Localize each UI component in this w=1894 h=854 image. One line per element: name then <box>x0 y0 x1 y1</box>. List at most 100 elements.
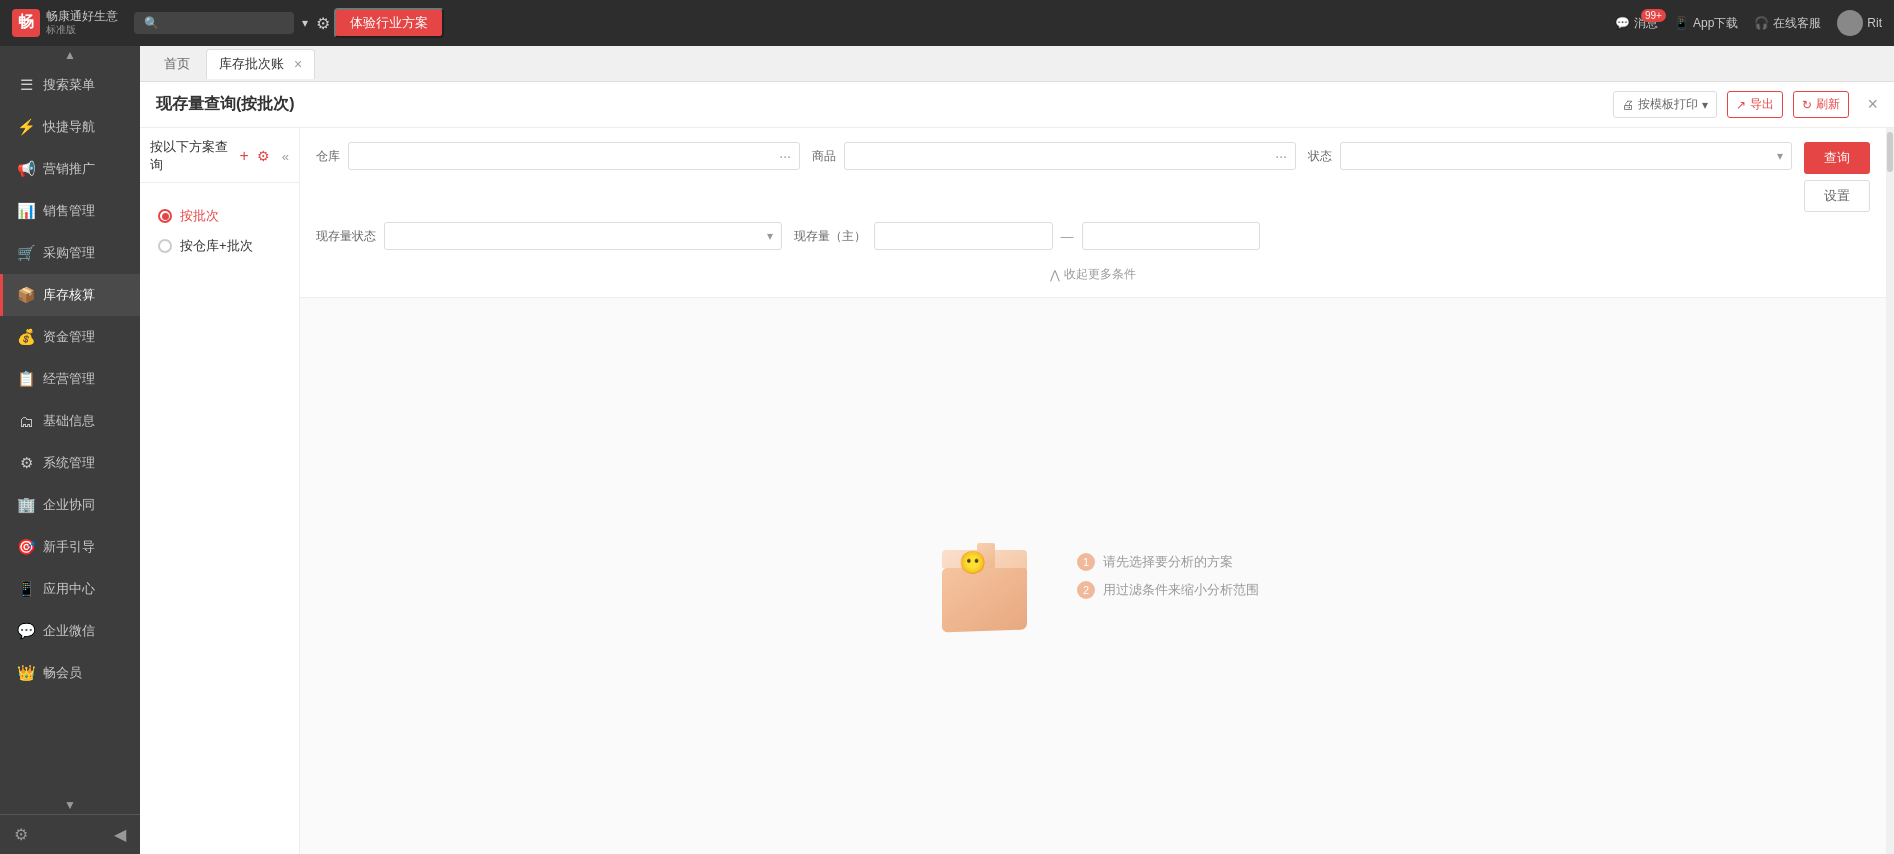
sidebar-item-label: 系统管理 <box>43 454 95 472</box>
user-name: Rit <box>1867 16 1882 30</box>
tip-2-num: 2 <box>1077 581 1095 599</box>
sidebar-item-sales[interactable]: 📊 销售管理 <box>0 190 140 232</box>
topbar-settings-icon[interactable]: ⚙ <box>316 14 330 33</box>
sidebar-item-label: 搜索菜单 <box>43 76 95 94</box>
topbar: 畅 畅康通好生意 标准版 🔍 ▾ ⚙ 体验行业方案 💬 消息 99+ 📱 App… <box>0 0 1894 46</box>
sidebar-item-wechat[interactable]: 💬 企业微信 <box>0 610 140 652</box>
sidebar-item-label: 畅会员 <box>43 664 82 682</box>
topbar-dropdown[interactable]: ▾ <box>298 16 312 30</box>
collapse-button[interactable]: ⋀ 收起更多条件 <box>1050 266 1136 283</box>
status-label: 状态 <box>1308 148 1332 165</box>
right-scrollbar[interactable] <box>1886 128 1894 854</box>
stock-status-input[interactable]: ▾ <box>384 222 782 250</box>
sidebar-item-system[interactable]: ⚙ 系统管理 <box>0 442 140 484</box>
sidebar-item-operations[interactable]: 📋 经营管理 <box>0 358 140 400</box>
scheme-settings-icon[interactable]: ⚙ <box>257 148 270 164</box>
tab-inventory-batch[interactable]: 库存批次账 × <box>206 49 315 79</box>
message-button[interactable]: 💬 消息 99+ <box>1615 15 1658 32</box>
trial-button[interactable]: 体验行业方案 <box>334 8 444 38</box>
warehouse-dots[interactable]: ··· <box>779 148 791 164</box>
sidebar-settings-icon[interactable]: ⚙ <box>14 825 28 844</box>
collapse-row: ⋀ 收起更多条件 <box>316 258 1870 283</box>
sidebar-item-label: 营销推广 <box>43 160 95 178</box>
sidebar-item-marketing[interactable]: 📢 营销推广 <box>0 148 140 190</box>
sidebar-item-purchase[interactable]: 🛒 采购管理 <box>0 232 140 274</box>
tab-home[interactable]: 首页 <box>152 49 202 79</box>
stock-amount-to[interactable] <box>1082 222 1261 250</box>
sidebar-item-finance[interactable]: 💰 资金管理 <box>0 316 140 358</box>
status-input[interactable]: ▾ <box>1340 142 1792 170</box>
warehouse-field: 仓库 ··· <box>316 142 800 170</box>
scheme-radio-dot <box>162 213 169 220</box>
logo: 畅 畅康通好生意 标准版 <box>12 9 118 37</box>
sidebar-item-basic[interactable]: 🗂 基础信息 <box>0 400 140 442</box>
query-settings: 查询 设置 <box>1804 142 1870 212</box>
filter-row-1: 仓库 ··· 商品 ··· <box>316 142 1870 212</box>
scheme-item-warehouse-batch[interactable]: 按仓库+批次 <box>150 233 289 259</box>
sidebar-collapse-icon[interactable]: ◀ <box>114 825 126 844</box>
sidebar-item-label: 企业协同 <box>43 496 95 514</box>
tab-close-icon[interactable]: × <box>294 56 302 72</box>
sidebar-item-enterprise[interactable]: 🏢 企业协同 <box>0 484 140 526</box>
customer-service-button[interactable]: 🎧 在线客服 <box>1754 15 1821 32</box>
app-label: App下载 <box>1693 15 1738 32</box>
stock-amount-from[interactable] <box>874 222 1053 250</box>
sidebar-item-label: 新手引导 <box>43 538 95 556</box>
member-icon: 👑 <box>17 664 35 682</box>
scheme-collapse-icon[interactable]: « <box>282 149 289 164</box>
app-icon: 📱 <box>1674 16 1689 30</box>
sidebar-item-apps[interactable]: 📱 应用中心 <box>0 568 140 610</box>
page-close-button[interactable]: × <box>1867 94 1878 115</box>
logo-text-block: 畅康通好生意 标准版 <box>46 9 118 37</box>
filter-fields: 仓库 ··· 商品 ··· <box>300 128 1886 298</box>
app-download-button[interactable]: 📱 App下载 <box>1674 15 1738 32</box>
export-button[interactable]: ↗ 导出 <box>1727 91 1783 118</box>
warehouse-input[interactable]: ··· <box>348 142 800 170</box>
message-icon: 💬 <box>1615 16 1630 30</box>
stock-amount-label: 现存量（主） <box>794 228 866 245</box>
active-tab-label: 库存批次账 <box>219 55 284 73</box>
sidebar-item-quick-nav[interactable]: ⚡ 快捷导航 <box>0 106 140 148</box>
sidebar-item-label: 库存核算 <box>43 286 95 304</box>
status-dropdown-icon: ▾ <box>1777 149 1783 163</box>
marketing-icon: 📢 <box>17 160 35 178</box>
empty-illustration: 😶 <box>927 516 1047 636</box>
product-input[interactable]: ··· <box>844 142 1296 170</box>
topbar-search[interactable]: 🔍 <box>134 12 294 34</box>
add-scheme-icon[interactable]: + <box>239 147 248 165</box>
sidebar-bottom: ⚙ ◀ <box>0 814 140 854</box>
refresh-label: 刷新 <box>1816 96 1840 113</box>
system-icon: ⚙ <box>17 454 35 472</box>
print-button[interactable]: 🖨 按模板打印 ▾ <box>1613 91 1717 118</box>
right-content: 仓库 ··· 商品 ··· <box>300 128 1886 854</box>
product-dots[interactable]: ··· <box>1275 148 1287 164</box>
sidebar-items: ☰ 搜索菜单 ⚡ 快捷导航 📢 营销推广 📊 销售管理 🛒 采购管理 📦 库 <box>0 64 140 796</box>
settings-button[interactable]: 设置 <box>1804 180 1870 212</box>
refresh-button[interactable]: ↻ 刷新 <box>1793 91 1849 118</box>
main-layout: ▲ ☰ 搜索菜单 ⚡ 快捷导航 📢 营销推广 📊 销售管理 🛒 采购管理 <box>0 46 1894 854</box>
tip-1-num: 1 <box>1077 553 1095 571</box>
user-avatar[interactable]: Rit <box>1837 10 1882 36</box>
sidebar-item-search[interactable]: ☰ 搜索菜单 <box>0 64 140 106</box>
print-icon: 🖨 <box>1622 98 1634 112</box>
page-title: 现存量查询(按批次) <box>156 94 1613 115</box>
sidebar-scroll-down[interactable]: ▼ <box>0 796 140 814</box>
print-label: 按模板打印 <box>1638 96 1698 113</box>
operations-icon: 📋 <box>17 370 35 388</box>
tab-bar: 首页 库存批次账 × <box>140 46 1894 82</box>
sidebar-item-guide[interactable]: 🎯 新手引导 <box>0 526 140 568</box>
empty-tips: 1 请先选择要分析的方案 2 用过滤条件来缩小分析范围 <box>1077 553 1259 599</box>
scheme-item-batch[interactable]: 按批次 <box>150 203 289 229</box>
sidebar-item-inventory[interactable]: 📦 库存核算 <box>0 274 140 316</box>
collapse-label: 收起更多条件 <box>1064 266 1136 283</box>
sidebar-item-member[interactable]: 👑 畅会员 <box>0 652 140 694</box>
query-button[interactable]: 查询 <box>1804 142 1870 174</box>
purchase-icon: 🛒 <box>17 244 35 262</box>
inventory-icon: 📦 <box>17 286 35 304</box>
stock-amount-field: 现存量（主） — <box>794 222 1260 250</box>
message-badge: 99+ <box>1641 9 1666 22</box>
sidebar-item-label: 基础信息 <box>43 412 95 430</box>
enterprise-icon: 🏢 <box>17 496 35 514</box>
logo-icon: 畅 <box>12 9 40 37</box>
sidebar-scroll-up[interactable]: ▲ <box>0 46 140 64</box>
